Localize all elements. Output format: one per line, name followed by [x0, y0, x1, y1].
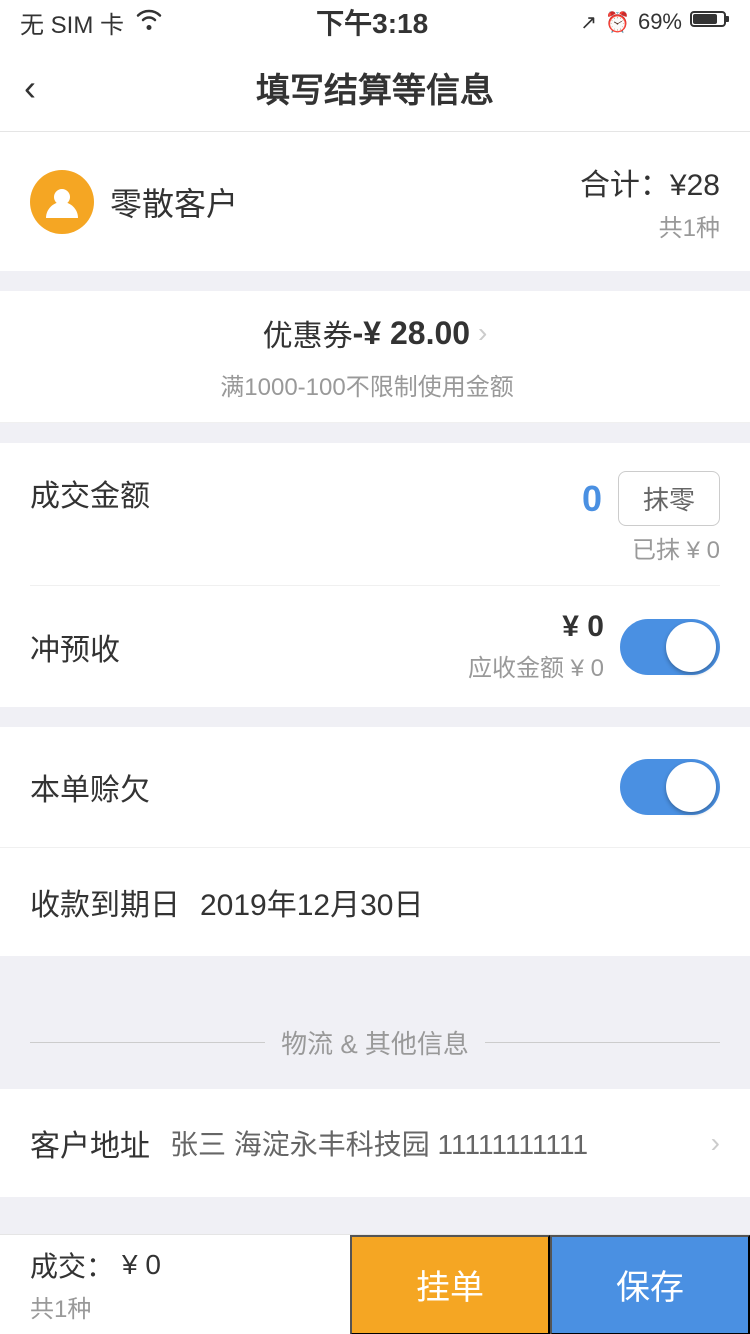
transaction-section: 成交金额 0 抹零 已抹 ¥ 0 冲预收 ¥ 0 应收金额 ¥ 0 [0, 443, 750, 707]
credit-row: 本单赊欠 [0, 727, 750, 848]
receivable-label: 应收金额 ¥ 0 [468, 648, 604, 683]
customer-right: 合计：¥28 共1种 [580, 160, 720, 243]
avatar [30, 170, 94, 234]
pending-button[interactable]: 挂单 [350, 1235, 550, 1334]
status-time: 下午3:18 [316, 2, 428, 42]
credit-label: 本单赊欠 [30, 765, 150, 809]
bottom-bar: 成交： ¥ 0 共1种 挂单 保存 [0, 1234, 750, 1334]
total-amount: 合计：¥28 [580, 160, 720, 204]
address-section[interactable]: 客户地址 张三 海淀永丰科技园 11111111111 › [0, 1089, 750, 1197]
deducted-row: 已抹 ¥ 0 [0, 526, 750, 585]
round-button[interactable]: 抹零 [618, 471, 720, 526]
no-sim-label: 无 SIM 卡 [20, 5, 124, 40]
battery-icon [690, 8, 730, 36]
location-icon: ↗ [580, 10, 597, 35]
page-title: 填写结算等信息 [256, 63, 494, 112]
prepayment-label: 冲预收 [30, 625, 120, 669]
chevron-right-icon: › [478, 317, 487, 349]
status-bar: 无 SIM 卡 下午3:18 ↗ ⏰ 69% [0, 0, 750, 44]
address-value: 张三 海淀永丰科技园 11111111111 [170, 1123, 691, 1163]
bottom-count: 共1种 [30, 1289, 320, 1324]
coupon-row[interactable]: 优惠券 -¥ 28.00 › 满1000-100不限制使用金额 [0, 291, 750, 423]
address-row[interactable]: 客户地址 张三 海淀永丰科技园 11111111111 › [0, 1089, 750, 1197]
address-chevron-icon: › [711, 1127, 720, 1159]
wifi-icon [134, 8, 164, 37]
due-date-value: 2019年12月30日 [200, 880, 423, 924]
bottom-transaction-row: 成交： ¥ 0 [30, 1245, 320, 1285]
logistics-label: 物流 & 其他信息 [281, 1024, 469, 1061]
deducted-label: 已抹 ¥ 0 [632, 530, 720, 565]
status-right: ↗ ⏰ 69% [580, 8, 730, 36]
logistics-section: 物流 & 其他信息 客户地址 张三 海淀永丰科技园 11111111111 › [0, 976, 750, 1197]
alarm-icon: ⏰ [605, 10, 630, 35]
address-label: 客户地址 [30, 1121, 150, 1165]
customer-name: 零散客户 [110, 179, 238, 225]
transaction-label: 成交金额 [30, 471, 150, 515]
coupon-description: 满1000-100不限制使用金额 [220, 367, 513, 402]
prepayment-row: 冲预收 ¥ 0 应收金额 ¥ 0 [0, 586, 750, 707]
customer-row: 零散客户 合计：¥28 共1种 [0, 132, 750, 271]
bottom-transaction-value: ¥ 0 [122, 1249, 161, 1281]
customer-left: 零散客户 [30, 170, 238, 234]
prepayment-amount: ¥ 0 [468, 610, 604, 644]
battery-text: 69% [638, 9, 682, 35]
total-count: 共1种 [580, 208, 720, 243]
transaction-value: 0 [582, 478, 602, 520]
coupon-amount: -¥ 28.00 [353, 315, 470, 352]
customer-section: 零散客户 合计：¥28 共1种 [0, 132, 750, 271]
bottom-summary: 成交： ¥ 0 共1种 [0, 1245, 350, 1324]
logistics-divider: 物流 & 其他信息 [0, 996, 750, 1089]
coupon-label: 优惠券 [263, 311, 353, 355]
credit-toggle[interactable] [620, 759, 720, 815]
bottom-transaction-label: 成交： [30, 1245, 114, 1285]
due-date-row: 收款到期日 2019年12月30日 [0, 848, 750, 956]
toggle-knob [666, 622, 716, 672]
status-left: 无 SIM 卡 [20, 5, 164, 40]
prepayment-toggle[interactable] [620, 619, 720, 675]
credit-toggle-knob [666, 762, 716, 812]
transaction-row: 成交金额 0 抹零 [0, 443, 750, 526]
due-date-label: 收款到期日 [30, 880, 180, 924]
nav-bar: ‹ 填写结算等信息 [0, 44, 750, 132]
back-button[interactable]: ‹ [24, 67, 36, 109]
coupon-section[interactable]: 优惠券 -¥ 28.00 › 满1000-100不限制使用金额 [0, 291, 750, 423]
save-button[interactable]: 保存 [550, 1235, 750, 1334]
credit-section: 本单赊欠 收款到期日 2019年12月30日 [0, 727, 750, 956]
